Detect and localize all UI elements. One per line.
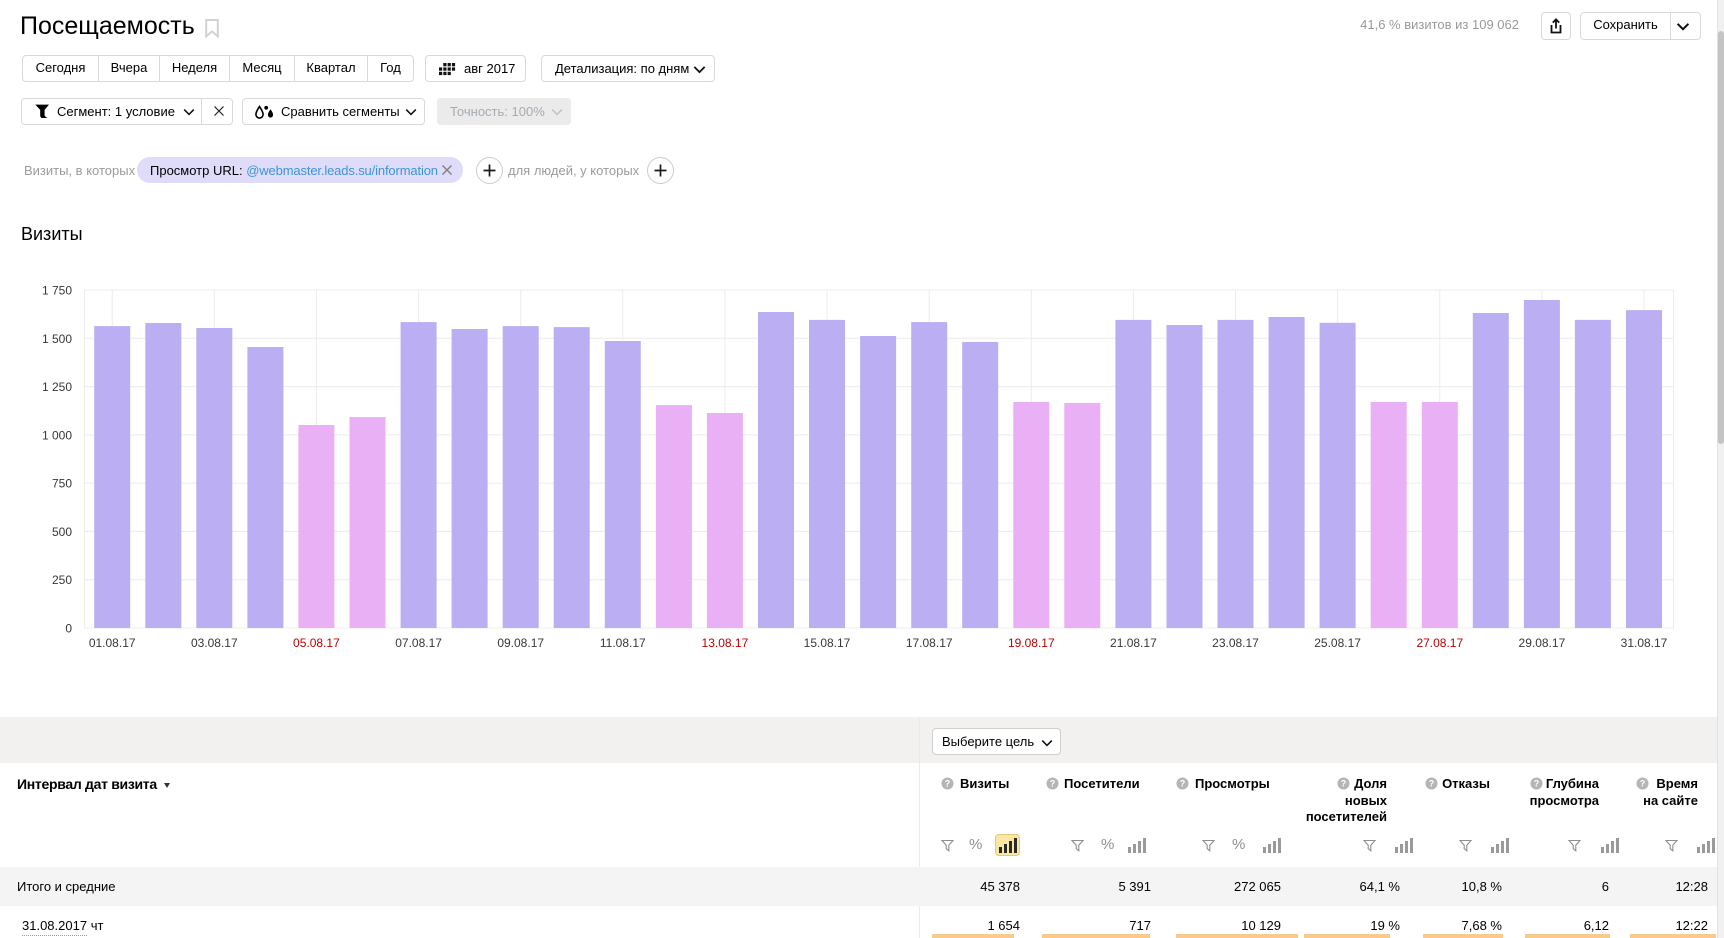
svg-text:?: ?	[1050, 779, 1056, 789]
svg-text:?: ?	[945, 779, 951, 789]
svg-text:01.08.17: 01.08.17	[89, 636, 136, 650]
svg-text:1 750: 1 750	[42, 284, 72, 298]
svg-text:500: 500	[52, 525, 72, 539]
svg-text:1 500: 1 500	[42, 332, 72, 346]
svg-text:250: 250	[52, 573, 72, 587]
svg-text:0: 0	[65, 622, 72, 636]
svg-text:03.08.17: 03.08.17	[191, 636, 238, 650]
svg-text:19.08.17: 19.08.17	[1008, 636, 1055, 650]
svg-text:13.08.17: 13.08.17	[702, 636, 749, 650]
svg-text:11.08.17: 11.08.17	[600, 636, 646, 650]
svg-text:?: ?	[1180, 779, 1186, 789]
svg-text:15.08.17: 15.08.17	[804, 636, 851, 650]
svg-text:17.08.17: 17.08.17	[906, 636, 953, 650]
svg-text:23.08.17: 23.08.17	[1212, 636, 1259, 650]
svg-text:07.08.17: 07.08.17	[395, 636, 442, 650]
svg-text:1 000: 1 000	[42, 428, 72, 442]
svg-text:25.08.17: 25.08.17	[1314, 636, 1361, 650]
svg-text:31.08.17: 31.08.17	[1621, 636, 1668, 650]
svg-text:27.08.17: 27.08.17	[1416, 636, 1463, 650]
svg-text:05.08.17: 05.08.17	[293, 636, 340, 650]
svg-text:09.08.17: 09.08.17	[497, 636, 544, 650]
svg-text:750: 750	[52, 477, 72, 491]
svg-text:29.08.17: 29.08.17	[1519, 636, 1566, 650]
svg-text:1 250: 1 250	[42, 380, 72, 394]
svg-text:21.08.17: 21.08.17	[1110, 636, 1157, 650]
